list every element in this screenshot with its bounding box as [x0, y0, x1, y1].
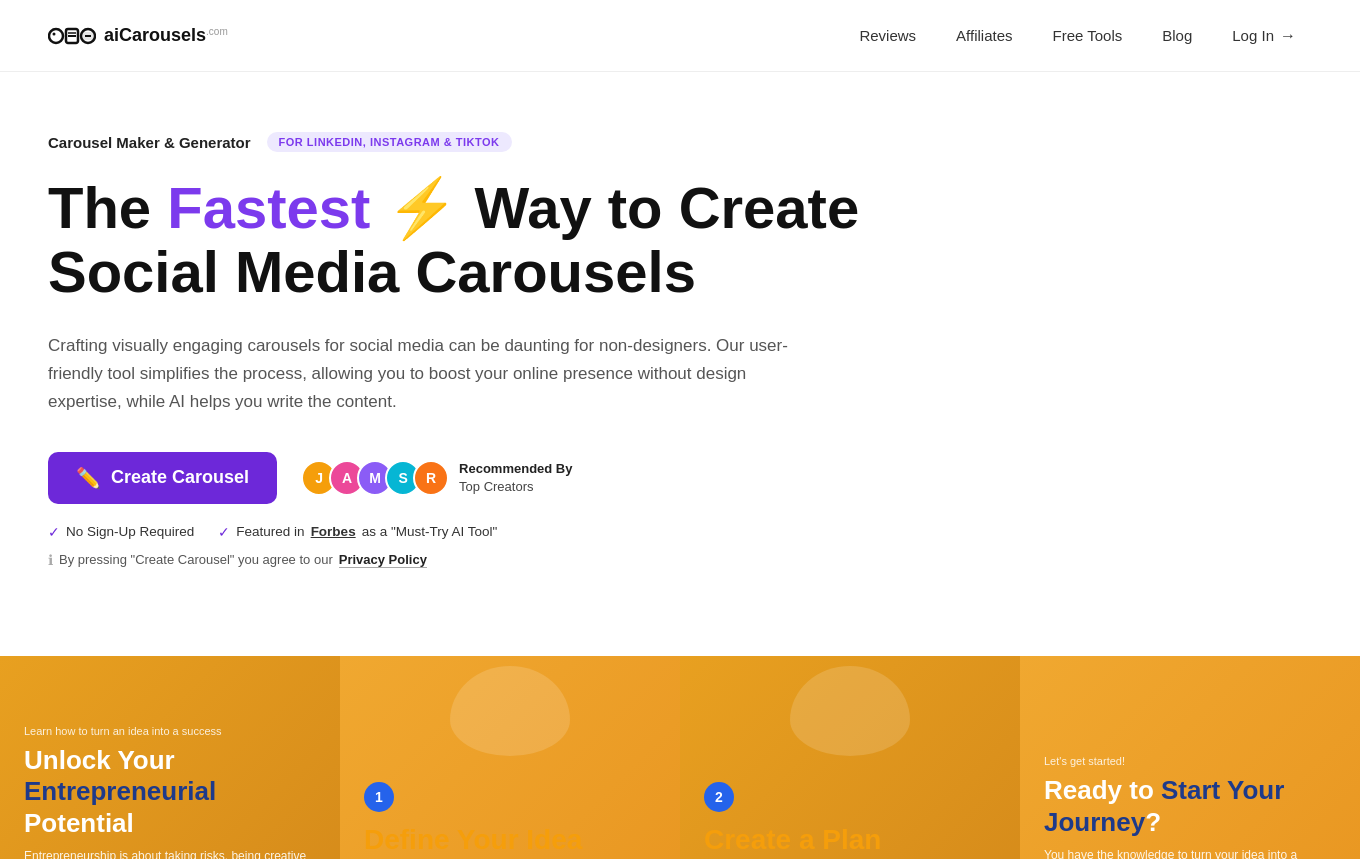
carousel-card-2: 1 Define Your Idea A solid foundation st… — [340, 656, 680, 859]
logo-icon — [48, 18, 96, 54]
platform-badge: FOR LINKEDIN, INSTAGRAM & TIKTOK — [267, 132, 512, 152]
create-carousel-button[interactable]: ✏️ Create Carousel — [48, 452, 277, 504]
forbes-link[interactable]: Forbes — [311, 524, 356, 539]
card-2-step: 1 — [364, 782, 394, 812]
card-3-blob — [790, 666, 910, 756]
badge-row: Carousel Maker & Generator FOR LINKEDIN,… — [48, 132, 932, 152]
carousel-card-1: Learn how to turn an idea into a success… — [0, 656, 340, 859]
card-3-step: 2 — [704, 782, 734, 812]
trust-row: ✓ No Sign-Up Required ✓ Featured in Forb… — [48, 524, 932, 540]
check-icon-2: ✓ — [218, 524, 230, 540]
trust-forbes: ✓ Featured in Forbes as a "Must-Try AI T… — [218, 524, 497, 540]
avatar-group: J A M S R — [301, 460, 449, 496]
recommended-text: Recommended By Top Creators — [459, 460, 572, 496]
check-icon-1: ✓ — [48, 524, 60, 540]
carousel-card-4: Let's get started! Ready to Start Your J… — [1020, 656, 1360, 859]
lightning-emoji: ⚡ — [386, 175, 458, 240]
card-3-heading: Create a Plan — [704, 824, 996, 856]
avatar-5: R — [413, 460, 449, 496]
nav-blog[interactable]: Blog — [1146, 19, 1208, 52]
card-4-body: You have the knowledge to turn your idea… — [1044, 846, 1336, 859]
nav-links: Reviews Affiliates Free Tools Blog Log I… — [843, 19, 1312, 53]
nav-free-tools[interactable]: Free Tools — [1036, 19, 1138, 52]
hero-heading: The Fastest ⚡ Way to Create Social Media… — [48, 176, 932, 304]
card-4-small-text: Let's get started! — [1044, 755, 1336, 767]
recommended-section: J A M S R Recommended By Top Creators — [301, 460, 572, 496]
trust-no-signup: ✓ No Sign-Up Required — [48, 524, 194, 540]
login-button[interactable]: Log In → — [1216, 19, 1312, 53]
card-1-body: Entrepreneurship is about taking risks, … — [24, 847, 316, 859]
carousel-card-3: 2 Create a Plan Set goals, create a budg… — [680, 656, 1020, 859]
nav-affiliates[interactable]: Affiliates — [940, 19, 1028, 52]
cta-label: Create Carousel — [111, 467, 249, 488]
logo[interactable]: aiCarousels.com — [48, 18, 228, 54]
carousel-strip: Learn how to turn an idea into a success… — [0, 656, 1360, 859]
nav-reviews[interactable]: Reviews — [843, 19, 932, 52]
info-icon: ℹ — [48, 552, 53, 568]
card-2-heading: Define Your Idea — [364, 824, 656, 856]
logo-text: aiCarousels.com — [104, 25, 228, 46]
privacy-policy-link[interactable]: Privacy Policy — [339, 552, 427, 568]
card-4-title: Ready to Start Your Journey? — [1044, 775, 1336, 837]
svg-point-0 — [49, 29, 63, 43]
carousel-icon: ✏️ — [76, 466, 101, 490]
hero-section: Carousel Maker & Generator FOR LINKEDIN,… — [0, 72, 980, 608]
badge-title: Carousel Maker & Generator — [48, 134, 251, 151]
login-arrow-icon: → — [1280, 27, 1296, 45]
svg-point-2 — [53, 32, 56, 35]
card-1-title: Unlock Your Entrepreneurial Potential — [24, 745, 316, 839]
heading-fastest: Fastest — [167, 175, 370, 240]
card-1-small-text: Learn how to turn an idea into a success — [24, 725, 316, 737]
cta-row: ✏️ Create Carousel J A M S R Recommended… — [48, 452, 932, 504]
hero-description: Crafting visually engaging carousels for… — [48, 332, 808, 416]
navbar: aiCarousels.com Reviews Affiliates Free … — [0, 0, 1360, 72]
privacy-row: ℹ By pressing "Create Carousel" you agre… — [48, 552, 932, 568]
card-2-blob — [450, 666, 570, 756]
